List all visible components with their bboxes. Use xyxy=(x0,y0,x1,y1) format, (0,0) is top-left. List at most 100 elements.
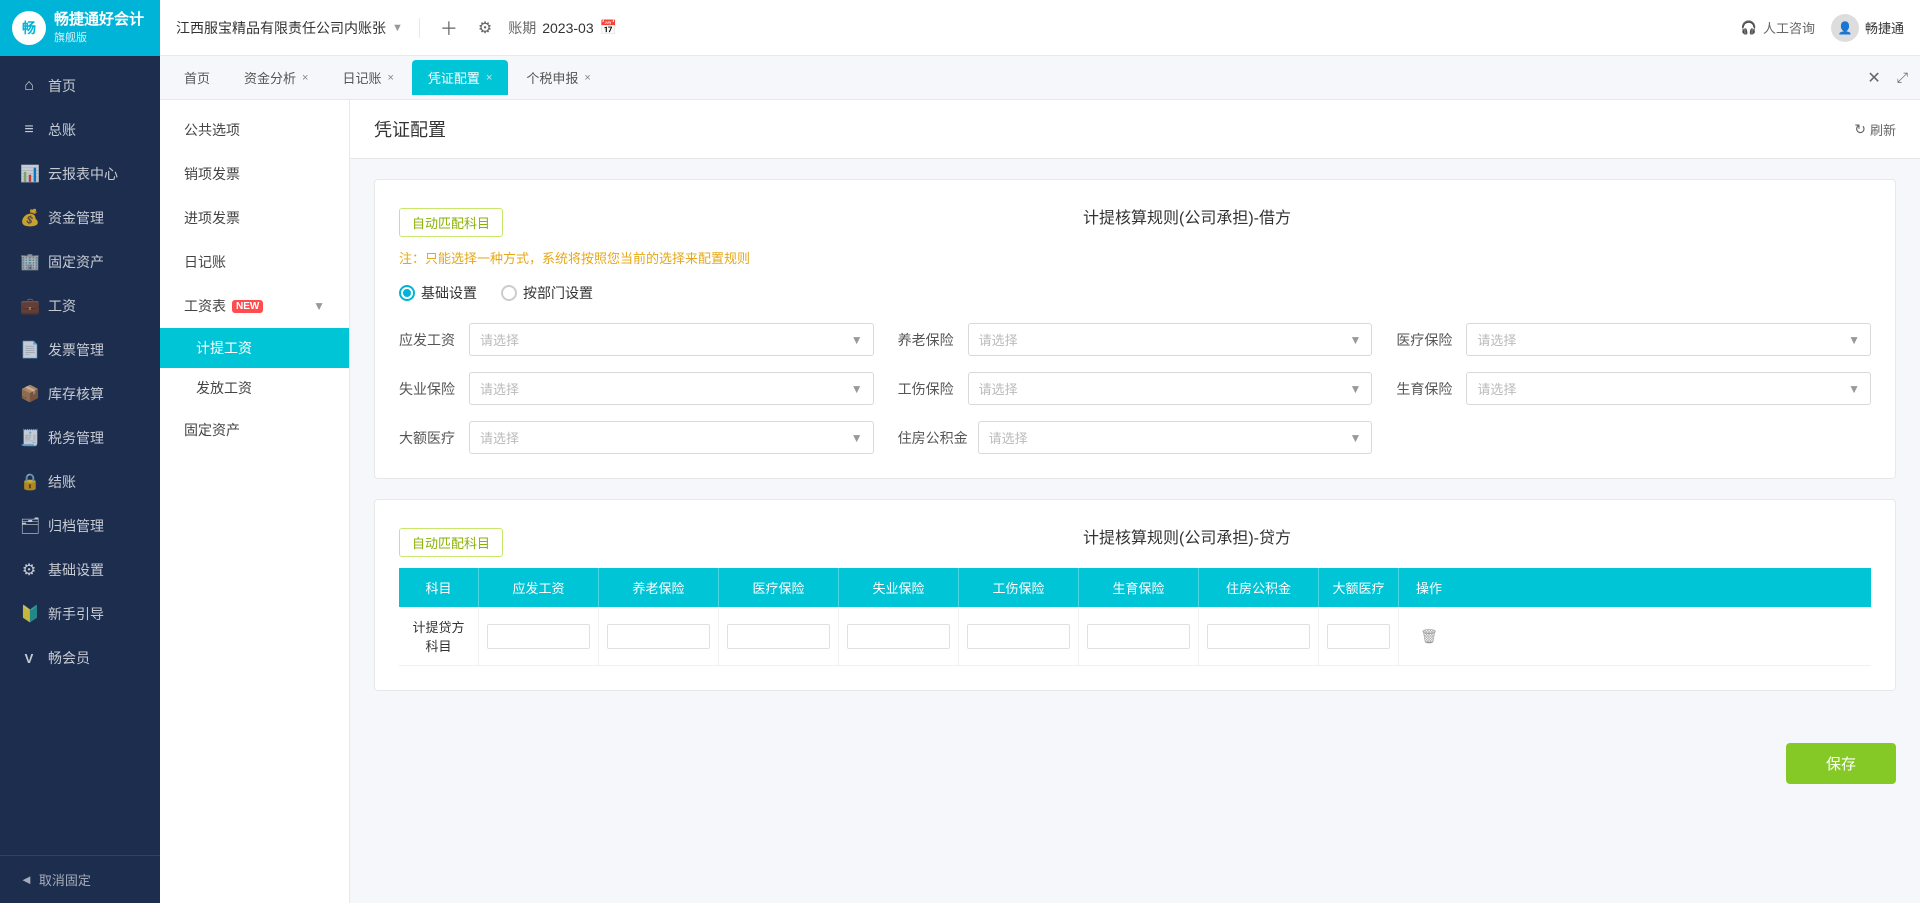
sidebar-item-home[interactable]: ⌂ 首页 xyxy=(0,64,160,108)
td-maternity-input[interactable] xyxy=(1087,624,1190,649)
tab-funds-close[interactable]: × xyxy=(302,72,308,84)
salary-select[interactable]: 请选择 ▼ xyxy=(469,323,874,356)
ledger-icon: ≡ xyxy=(20,121,38,139)
save-button[interactable]: 保存 xyxy=(1786,743,1896,784)
sidebar-item-guide[interactable]: 🔰 新手引导 xyxy=(0,592,160,636)
td-housing-fund[interactable] xyxy=(1199,607,1319,665)
large-medical-select[interactable]: 请选择 ▼ xyxy=(469,421,874,454)
housing-fund-label: 住房公积金 xyxy=(898,428,968,448)
delete-row-button[interactable]: 🗑 xyxy=(1420,628,1438,645)
tax-icon: 🧾 xyxy=(20,428,38,448)
tab-voucher[interactable]: 凭证配置 × xyxy=(412,60,508,95)
td-maternity[interactable] xyxy=(1079,607,1199,665)
unemployment-chevron-icon: ▼ xyxy=(851,382,863,396)
period-selector[interactable]: 账期 2023-03 📅 xyxy=(508,18,617,38)
left-nav-salary-table[interactable]: 工资表 NEW ▼ xyxy=(160,284,349,328)
tab-tax[interactable]: 个税申报 × xyxy=(510,60,606,95)
sidebar-item-reports[interactable]: 📊 云报表中心 xyxy=(0,152,160,196)
credit-auto-match-button[interactable]: 自动匹配科目 xyxy=(399,528,503,557)
left-nav-pay-salary[interactable]: 发放工资 xyxy=(160,368,349,408)
credit-section-title: 计提核算规则(公司承担)-贷方 xyxy=(1083,524,1291,548)
td-unemployment-input[interactable] xyxy=(847,624,950,649)
sidebar-item-vip[interactable]: V 畅会员 xyxy=(0,636,160,680)
housing-fund-select[interactable]: 请选择 ▼ xyxy=(978,421,1373,454)
reports-icon: 📊 xyxy=(20,164,38,184)
radio-basic[interactable]: 基础设置 xyxy=(399,283,477,303)
debit-section-title: 计提核算规则(公司承担)-借方 xyxy=(1083,204,1291,228)
tab-home[interactable]: 首页 xyxy=(168,60,226,95)
sidebar-item-archive[interactable]: 🗂 归档管理 xyxy=(0,504,160,548)
inventory-icon: 📦 xyxy=(20,384,38,404)
left-nav-sales[interactable]: 销项发票 xyxy=(160,152,349,196)
td-medical-input[interactable] xyxy=(727,624,830,649)
tab-journal[interactable]: 日记账 × xyxy=(326,60,409,95)
topbar-divider xyxy=(419,18,420,38)
medical-select[interactable]: 请选择 ▼ xyxy=(1466,323,1871,356)
settings-icon: ⚙ xyxy=(20,560,38,580)
td-salary-input[interactable] xyxy=(487,624,590,649)
th-salary: 应发工资 xyxy=(479,568,599,607)
th-action: 操作 xyxy=(1399,568,1459,607)
td-pension[interactable] xyxy=(599,607,719,665)
tabbar-close-button[interactable]: ✕ xyxy=(1863,64,1884,92)
th-housing-fund: 住房公积金 xyxy=(1199,568,1319,607)
td-salary[interactable] xyxy=(479,607,599,665)
left-nav-calc-salary[interactable]: 计提工资 xyxy=(160,328,349,368)
avatar: 👤 xyxy=(1831,14,1859,42)
tabbar-expand-button[interactable]: ⤢ xyxy=(1893,65,1912,90)
td-work-injury-input[interactable] xyxy=(967,624,1070,649)
tab-tax-close[interactable]: × xyxy=(584,72,590,84)
cancel-fixed-button[interactable]: ◄ 取消固定 xyxy=(0,855,160,903)
unemployment-select[interactable]: 请选择 ▼ xyxy=(469,372,874,405)
sidebar-item-inventory[interactable]: 📦 库存核算 xyxy=(0,372,160,416)
sidebar-item-funds[interactable]: 💰 资金管理 xyxy=(0,196,160,240)
td-large-medical-input[interactable] xyxy=(1327,624,1390,649)
pension-chevron-icon: ▼ xyxy=(1349,333,1361,347)
left-nav-fixed-assets[interactable]: 固定资产 xyxy=(160,408,349,452)
sidebar-item-invoice[interactable]: 📄 发票管理 xyxy=(0,328,160,372)
sidebar-item-assets[interactable]: 🏢 固定资产 xyxy=(0,240,160,284)
th-unemployment: 失业保险 xyxy=(839,568,959,607)
form-item-work-injury: 工伤保险 请选择 ▼ xyxy=(898,372,1373,405)
td-large-medical[interactable] xyxy=(1319,607,1399,665)
refresh-button[interactable]: ↻ 刷新 xyxy=(1854,120,1896,139)
support-button[interactable]: 🎧 人工咨询 xyxy=(1741,18,1815,37)
user-button[interactable]: 👤 畅捷通 xyxy=(1831,14,1904,42)
left-nav-journal[interactable]: 日记账 xyxy=(160,240,349,284)
sidebar-item-salary[interactable]: 💼 工资 xyxy=(0,284,160,328)
th-medical: 医疗保险 xyxy=(719,568,839,607)
maternity-select[interactable]: 请选择 ▼ xyxy=(1466,372,1871,405)
debit-section-note: 注：只能选择一种方式，系统将按照您当前的选择来配置规则 xyxy=(399,248,1871,267)
add-button[interactable]: ＋ xyxy=(436,11,462,45)
td-housing-fund-input[interactable] xyxy=(1207,624,1310,649)
sidebar-item-settings[interactable]: ⚙ 基础设置 xyxy=(0,548,160,592)
td-work-injury[interactable] xyxy=(959,607,1079,665)
form-item-maternity: 生育保险 请选择 ▼ xyxy=(1396,372,1871,405)
td-pension-input[interactable] xyxy=(607,624,710,649)
tab-voucher-close[interactable]: × xyxy=(486,72,492,84)
td-unemployment[interactable] xyxy=(839,607,959,665)
debit-auto-match-button[interactable]: 自动匹配科目 xyxy=(399,208,503,237)
closing-icon: 🔒 xyxy=(20,472,38,492)
settings-button[interactable]: ⚙ xyxy=(474,14,496,42)
tab-funds[interactable]: 资金分析 × xyxy=(228,60,324,95)
table-row: 计提贷方科目 xyxy=(399,607,1871,666)
left-nav-public[interactable]: 公共选项 xyxy=(160,108,349,152)
sidebar-item-ledger[interactable]: ≡ 总账 xyxy=(0,108,160,152)
sidebar-item-closing[interactable]: 🔒 结账 xyxy=(0,460,160,504)
work-injury-select[interactable]: 请选择 ▼ xyxy=(968,372,1373,405)
left-nav-purchase[interactable]: 进项发票 xyxy=(160,196,349,240)
save-container: 保存 xyxy=(350,731,1920,796)
home-icon: ⌂ xyxy=(20,77,38,95)
tab-journal-close[interactable]: × xyxy=(387,72,393,84)
large-medical-label: 大额医疗 xyxy=(399,428,459,448)
th-work-injury: 工伤保险 xyxy=(959,568,1079,607)
company-selector[interactable]: 江西服宝精品有限责任公司内账张 ▼ xyxy=(176,18,403,38)
td-medical[interactable] xyxy=(719,607,839,665)
logo-icon: 畅 xyxy=(12,11,46,45)
radio-dept[interactable]: 按部门设置 xyxy=(501,283,593,303)
pension-select[interactable]: 请选择 ▼ xyxy=(968,323,1373,356)
medical-label: 医疗保险 xyxy=(1396,330,1456,350)
td-action[interactable]: 🗑 xyxy=(1399,607,1459,665)
sidebar-item-tax[interactable]: 🧾 税务管理 xyxy=(0,416,160,460)
